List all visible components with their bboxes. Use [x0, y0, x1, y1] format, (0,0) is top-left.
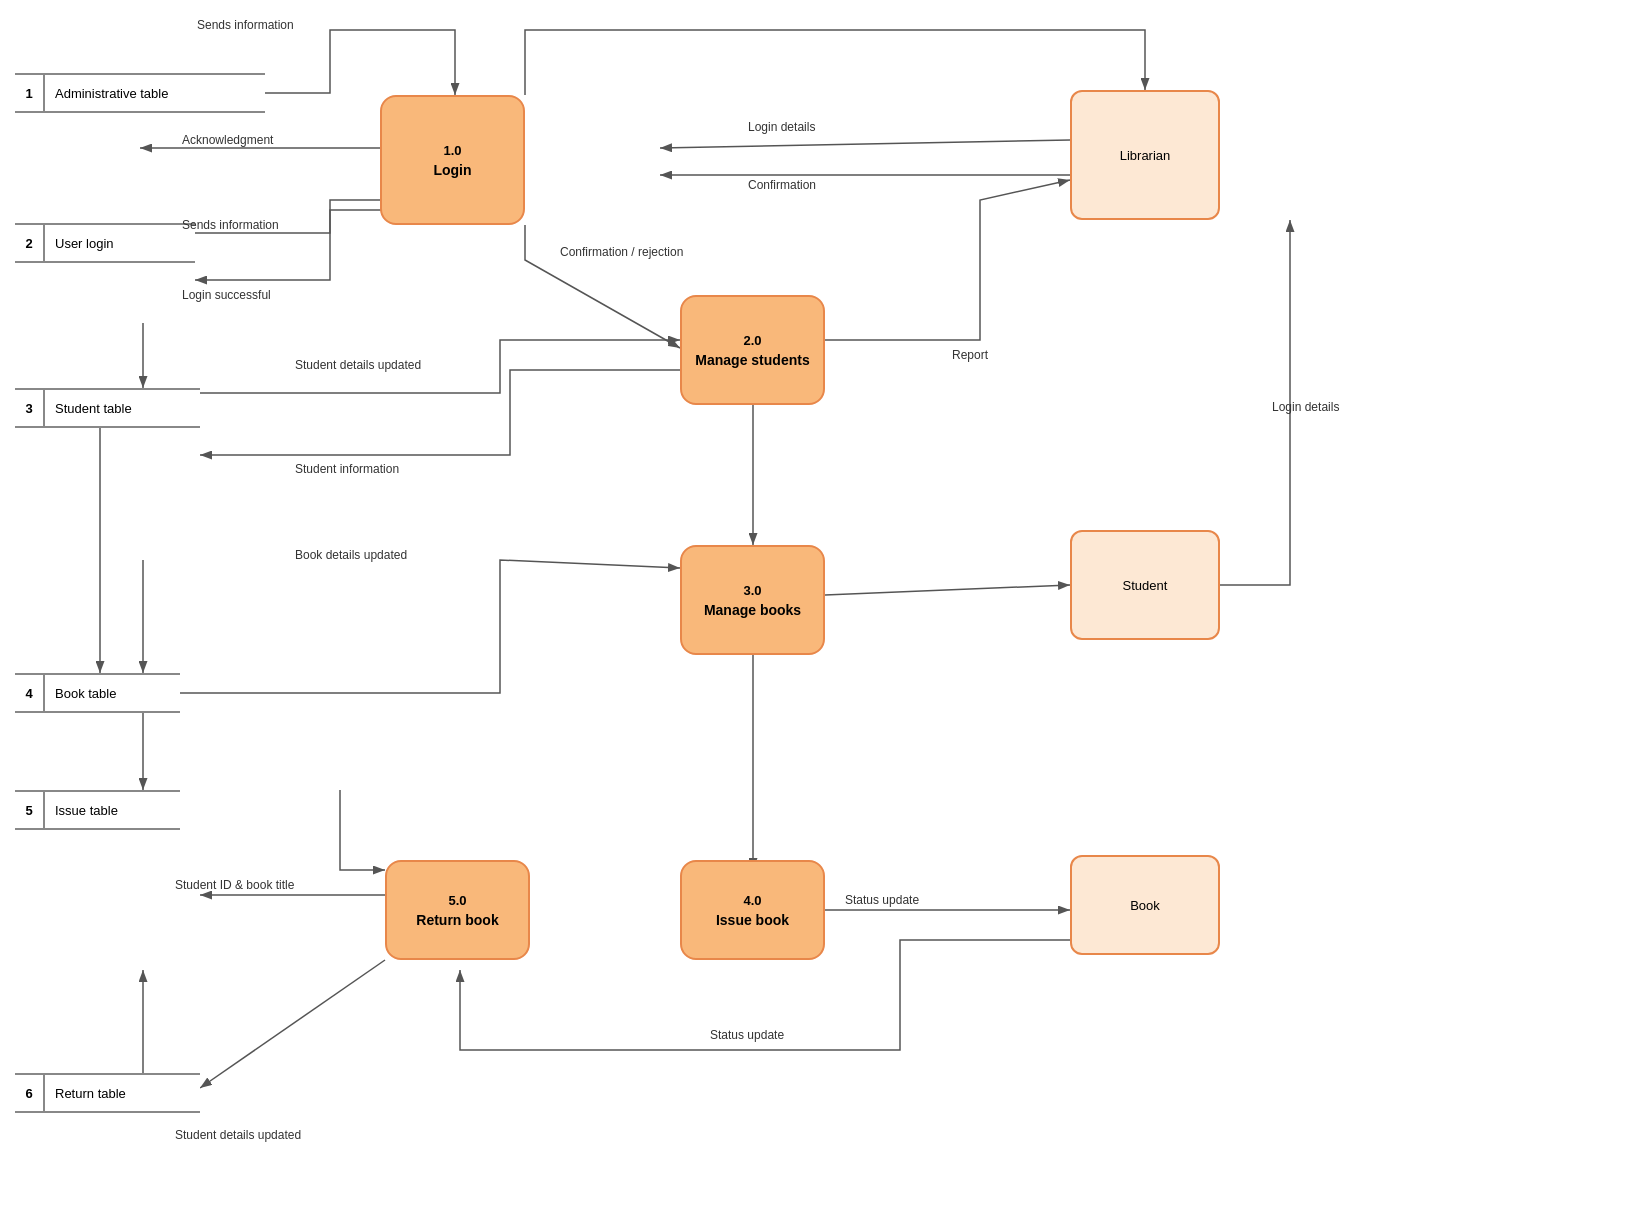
- entity-label-librarian: Librarian: [1120, 148, 1171, 163]
- process-manage-students: 2.0 Manage students: [680, 295, 825, 405]
- label-confirmation-rejection: Confirmation / rejection: [560, 245, 683, 259]
- datastore-administrative: 1 Administrative table: [15, 73, 265, 113]
- datastore-return: 6 Return table: [15, 1073, 200, 1113]
- label-status-update-2: Status update: [710, 1028, 784, 1042]
- datastore-label-1: Administrative table: [45, 86, 178, 101]
- label-student-information: Student information: [295, 462, 399, 476]
- datastore-student: 3 Student table: [15, 388, 200, 428]
- entity-book: Book: [1070, 855, 1220, 955]
- process-issue-book: 4.0 Issue book: [680, 860, 825, 960]
- diagram-container: 1 Administrative table 2 User login 3 St…: [0, 0, 1643, 1215]
- process-return-book: 5.0 Return book: [385, 860, 530, 960]
- label-student-details-updated-1: Student details updated: [295, 358, 421, 372]
- datastore-label-3: Student table: [45, 401, 142, 416]
- datastore-label-5: Issue table: [45, 803, 128, 818]
- datastore-userlogin: 2 User login: [15, 223, 195, 263]
- label-login-details: Login details: [748, 120, 815, 134]
- process-id-return-book: 5.0: [448, 893, 466, 908]
- label-sends-info-2: Sends information: [182, 218, 279, 232]
- datastore-label-2: User login: [45, 236, 124, 251]
- datastore-num-1: 1: [15, 75, 45, 111]
- label-confirmation: Confirmation: [748, 178, 816, 192]
- label-login-details-right: Login details: [1272, 400, 1339, 414]
- process-name-manage-books: Manage books: [704, 602, 801, 618]
- process-manage-books: 3.0 Manage books: [680, 545, 825, 655]
- datastore-num-6: 6: [15, 1075, 45, 1111]
- process-id-manage-books: 3.0: [743, 583, 761, 598]
- process-id-manage-students: 2.0: [743, 333, 761, 348]
- datastore-num-2: 2: [15, 225, 45, 261]
- process-name-issue-book: Issue book: [716, 912, 789, 928]
- entity-student: Student: [1070, 530, 1220, 640]
- datastore-num-3: 3: [15, 390, 45, 426]
- datastore-label-4: Book table: [45, 686, 126, 701]
- process-login: 1.0 Login: [380, 95, 525, 225]
- process-id-login: 1.0: [443, 143, 461, 158]
- label-book-details-updated: Book details updated: [295, 548, 407, 562]
- entity-label-book: Book: [1130, 898, 1160, 913]
- process-name-manage-students: Manage students: [695, 352, 809, 368]
- label-sends-info-1: Sends information: [197, 18, 294, 32]
- datastore-num-4: 4: [15, 675, 45, 711]
- datastore-label-6: Return table: [45, 1086, 136, 1101]
- label-status-update-1: Status update: [845, 893, 919, 907]
- entity-librarian: Librarian: [1070, 90, 1220, 220]
- process-id-issue-book: 4.0: [743, 893, 761, 908]
- label-student-id-book-title: Student ID & book title: [175, 878, 294, 892]
- label-acknowledgment: Acknowledgment: [182, 133, 273, 147]
- datastore-book: 4 Book table: [15, 673, 180, 713]
- label-login-successful: Login successful: [182, 288, 271, 302]
- label-student-details-updated-2: Student details updated: [175, 1128, 301, 1142]
- datastore-num-5: 5: [15, 792, 45, 828]
- label-report: Report: [952, 348, 988, 362]
- datastore-issue: 5 Issue table: [15, 790, 180, 830]
- process-name-return-book: Return book: [416, 912, 498, 928]
- process-name-login: Login: [433, 162, 471, 178]
- entity-label-student: Student: [1123, 578, 1168, 593]
